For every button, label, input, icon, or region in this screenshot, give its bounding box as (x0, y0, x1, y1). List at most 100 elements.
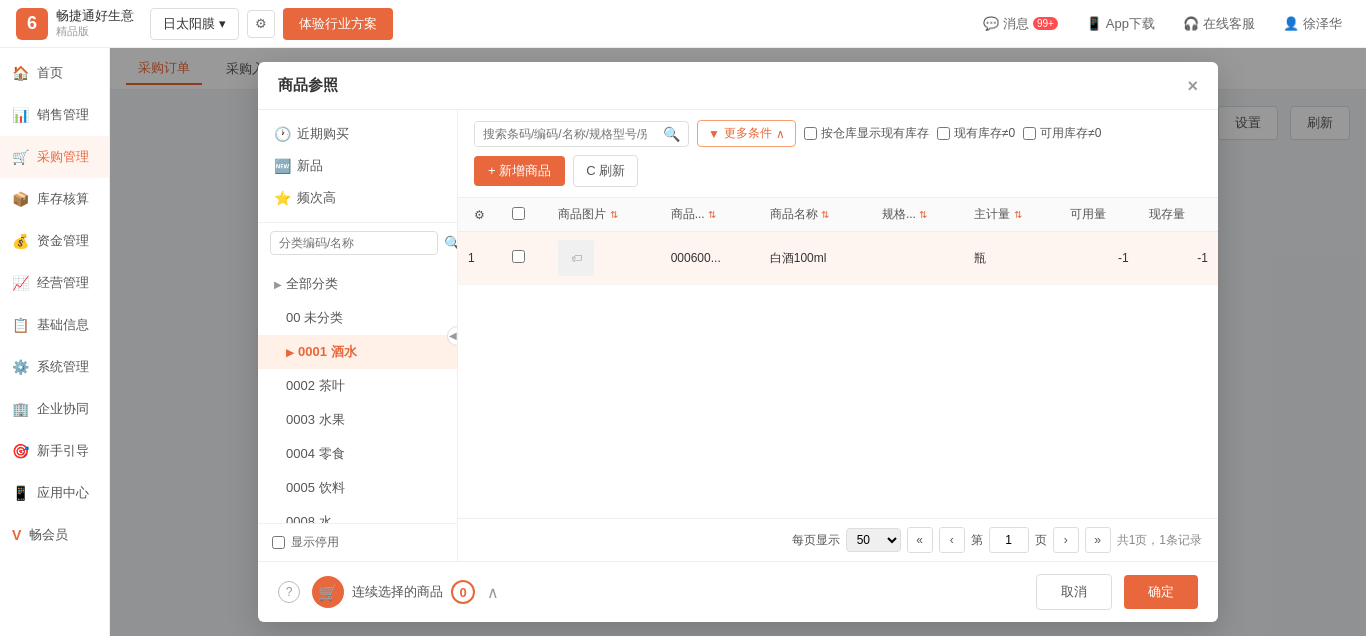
sort-name-icon: ⇅ (821, 209, 829, 220)
trial-btn[interactable]: 体验行业方案 (283, 8, 393, 40)
finance-icon: 💰 (12, 233, 29, 249)
new-icon: 🆕 (274, 158, 291, 174)
sales-icon: 📊 (12, 107, 29, 123)
cart-icon[interactable]: 🛒 (312, 576, 344, 608)
td-image: 🏷 (548, 232, 660, 285)
shortcut-frequent-label: 频次高 (297, 189, 336, 207)
cat-all[interactable]: ▶ 全部分类 (258, 267, 457, 301)
check-has-stock[interactable]: 现有库存≠0 (937, 125, 1015, 142)
avatar: 👤 (1283, 16, 1299, 31)
sidebar-item-home[interactable]: 🏠 首页 (0, 52, 109, 94)
settings-icon[interactable]: ⚙ (247, 10, 275, 38)
modal-footer: ? 🛒 连续选择的商品 0 ∧ 取消 确定 (258, 561, 1218, 622)
th-image[interactable]: 商品图片 ⇅ (548, 198, 660, 232)
page-label: 第 (971, 532, 983, 549)
page-size-select[interactable]: 50 10 20 100 (846, 528, 901, 552)
confirm-btn[interactable]: 确定 (1124, 575, 1198, 609)
check-by-warehouse[interactable]: 按仓库显示现有库存 (804, 125, 929, 142)
arrow-0001: ▶ (286, 347, 294, 358)
modal-header: 商品参照 × (258, 62, 1218, 110)
cat-0004[interactable]: 0004 零食 (258, 437, 457, 471)
sidebar-item-sales[interactable]: 📊 销售管理 (0, 94, 109, 136)
logo-badge: 精品版 (56, 24, 134, 39)
sidebar-label-system: 系统管理 (37, 358, 89, 376)
table-row[interactable]: 1 🏷 000600... 白酒100ml (458, 232, 1218, 285)
cat-0002[interactable]: 0002 茶叶 (258, 369, 457, 403)
logo-area: 6 畅捷通好生意 精品版 (16, 8, 134, 40)
sidebar-item-base[interactable]: 📋 基础信息 (0, 304, 109, 346)
modal-close-btn[interactable]: × (1187, 77, 1198, 95)
th-checkbox (502, 198, 549, 232)
shortcut-frequent[interactable]: ⭐ 频次高 (258, 182, 457, 214)
page-input[interactable] (989, 527, 1029, 553)
operation-icon: 📈 (12, 275, 29, 291)
modal-title: 商品参照 (278, 76, 338, 95)
th-name[interactable]: 商品名称 ⇅ (760, 198, 872, 232)
show-disabled-label[interactable]: 显示停用 (291, 534, 339, 551)
cat-0005[interactable]: 0005 饮料 (258, 471, 457, 505)
product-panel: 🔍 ▼ 更多条件 ∧ 按仓库显示现有库存 (458, 110, 1218, 561)
th-spec[interactable]: 规格... ⇅ (872, 198, 964, 232)
filter-more-btn[interactable]: ▼ 更多条件 ∧ (697, 120, 796, 147)
check-available-stock-input[interactable] (1023, 127, 1036, 140)
cat-0008[interactable]: 0008 水 (258, 505, 457, 523)
sidebar-label-inventory: 库存核算 (37, 190, 89, 208)
check-available-stock[interactable]: 可用库存≠0 (1023, 125, 1101, 142)
cat-00[interactable]: 00 未分类 (258, 301, 457, 335)
td-checkbox[interactable] (502, 232, 549, 285)
inventory-icon: 📦 (12, 191, 29, 207)
cat-0001[interactable]: ▶ 0001 酒水 (258, 335, 457, 369)
modal-backdrop[interactable]: 商品参照 × 🕐 近期购买 🆕 (110, 48, 1366, 636)
refresh-btn[interactable]: C 刷新 (573, 155, 638, 187)
sidebar-item-operation[interactable]: 📈 经营管理 (0, 262, 109, 304)
sidebar-item-apps[interactable]: 📱 应用中心 (0, 472, 109, 514)
user-btn[interactable]: 👤 徐泽华 (1275, 11, 1350, 37)
cat-0008-label: 0008 水 (286, 513, 332, 523)
sidebar-item-guide[interactable]: 🎯 新手引导 (0, 430, 109, 472)
first-page-btn[interactable]: « (907, 527, 933, 553)
content-area: 采购订单 采购入库 采购退货 查询 设置 刷新 商品参照 × (110, 48, 1366, 636)
shortcut-recent[interactable]: 🕐 近期购买 (258, 118, 457, 150)
th-code[interactable]: 商品... ⇅ (661, 198, 760, 232)
th-settings[interactable]: ⚙ (458, 198, 502, 232)
help-icon[interactable]: ? (278, 581, 300, 603)
category-search-input[interactable] (270, 231, 438, 255)
sidebar-item-corp[interactable]: 🏢 企业协同 (0, 388, 109, 430)
category-search-icon[interactable]: 🔍 (444, 235, 458, 251)
prev-page-btn[interactable]: ‹ (939, 527, 965, 553)
cat-0003-label: 0003 水果 (286, 411, 345, 429)
product-modal: 商品参照 × 🕐 近期购买 🆕 (258, 62, 1218, 622)
nav-right: 💬 消息 99+ 📱 App下载 🎧 在线客服 👤 徐泽华 (975, 11, 1350, 37)
sidebar-item-system[interactable]: ⚙️ 系统管理 (0, 346, 109, 388)
select-all-checkbox[interactable] (512, 207, 525, 220)
add-product-btn[interactable]: + 新增商品 (474, 156, 565, 186)
cat-0005-label: 0005 饮料 (286, 479, 345, 497)
product-search-input[interactable] (475, 122, 655, 146)
messages-btn[interactable]: 💬 消息 99+ (975, 11, 1066, 37)
shortcut-new[interactable]: 🆕 新品 (258, 150, 457, 182)
search-box: 🔍 (474, 121, 689, 147)
cat-0003[interactable]: 0003 水果 (258, 403, 457, 437)
last-page-btn[interactable]: » (1085, 527, 1111, 553)
footer-collapse-btn[interactable]: ∧ (487, 583, 499, 602)
nav-selector[interactable]: 日太阳膜 ▾ (150, 8, 239, 40)
show-disabled-checkbox[interactable] (272, 536, 285, 549)
modal-body: 🕐 近期购买 🆕 新品 ⭐ 频次高 (258, 110, 1218, 561)
check-has-stock-input[interactable] (937, 127, 950, 140)
category-list: ▶ 全部分类 00 未分类 ▶ 0001 酒水 0002 茶 (258, 263, 457, 523)
sidebar-item-inventory[interactable]: 📦 库存核算 (0, 178, 109, 220)
sidebar-item-member[interactable]: V 畅会员 (0, 514, 109, 556)
cancel-btn[interactable]: 取消 (1036, 574, 1112, 610)
row-checkbox[interactable] (512, 250, 525, 263)
check-by-warehouse-input[interactable] (804, 127, 817, 140)
sidebar-item-finance[interactable]: 💰 资金管理 (0, 220, 109, 262)
product-search-btn[interactable]: 🔍 (655, 122, 688, 146)
category-panel: 🕐 近期购买 🆕 新品 ⭐ 频次高 (258, 110, 458, 561)
next-page-btn[interactable]: › (1053, 527, 1079, 553)
sidebar-item-purchase[interactable]: 🛒 采购管理 (0, 136, 109, 178)
app-download-btn[interactable]: 📱 App下载 (1078, 11, 1163, 37)
sort-image-icon: ⇅ (610, 209, 618, 220)
sidebar-label-corp: 企业协同 (37, 400, 89, 418)
service-btn[interactable]: 🎧 在线客服 (1175, 11, 1263, 37)
th-unit[interactable]: 主计量 ⇅ (964, 198, 1059, 232)
